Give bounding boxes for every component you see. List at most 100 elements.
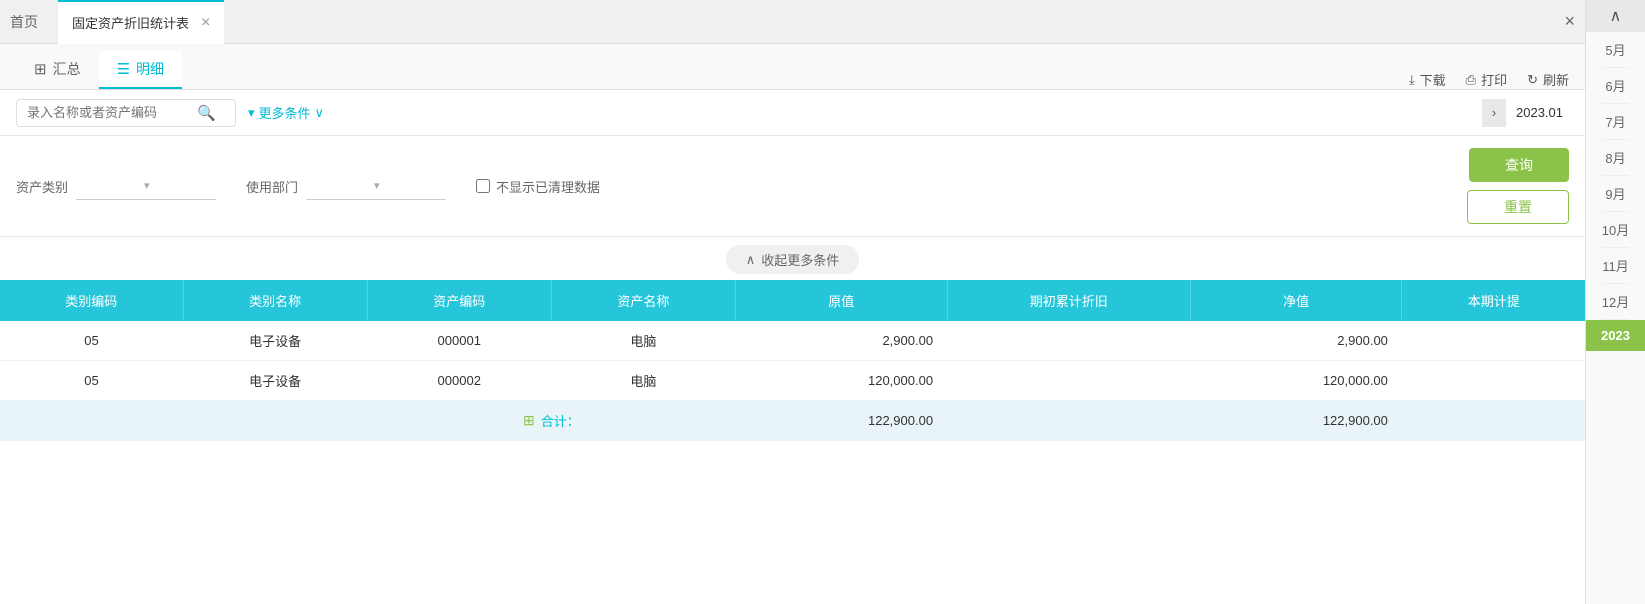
close-tab-button[interactable]: × bbox=[201, 14, 210, 32]
col-header-current-depreciation: 本期计提 bbox=[1402, 280, 1585, 321]
search-icon[interactable]: 🔍 bbox=[197, 104, 216, 122]
home-nav-item[interactable]: 首页 bbox=[10, 12, 38, 32]
sidebar-month-item[interactable]: 7月 bbox=[1602, 104, 1629, 140]
refresh-icon: ↻ bbox=[1527, 72, 1538, 88]
collapse-label: 收起更多条件 bbox=[761, 250, 839, 269]
department-select[interactable]: ▾ bbox=[306, 172, 446, 200]
data-table: 类别编码 类别名称 资产编码 资产名称 原值 期初累计折旧 净值 本期计提 05… bbox=[0, 280, 1585, 441]
cell-accumulated-depreciation bbox=[947, 361, 1190, 401]
search-input[interactable] bbox=[27, 105, 197, 120]
search-input-wrap[interactable]: 🔍 bbox=[16, 99, 236, 127]
download-action[interactable]: ⤓ 下载 bbox=[1409, 70, 1446, 89]
sidebar-month-item[interactable]: 8月 bbox=[1602, 140, 1629, 176]
asset-category-label: 资产类别 bbox=[16, 177, 68, 196]
cell-category-name: 电子设备 bbox=[183, 321, 367, 361]
top-nav-bar: 首页 固定资产折旧统计表 × × bbox=[0, 0, 1585, 44]
total-row: ⊞ 合计： 122,900.00 122,900.00 bbox=[0, 401, 1585, 441]
asset-category-field: 资产类别 ▾ bbox=[16, 172, 216, 200]
cell-asset-name: 电脑 bbox=[551, 321, 735, 361]
sidebar-month-item[interactable]: 12月 bbox=[1602, 284, 1629, 320]
hide-cleared-checkbox[interactable] bbox=[476, 179, 490, 193]
col-header-category-code: 类别编码 bbox=[0, 280, 183, 321]
total-net-value: 122,900.00 bbox=[1190, 401, 1402, 441]
collapse-icon: ∧ bbox=[746, 252, 756, 268]
summary-icon: ⊞ bbox=[34, 60, 47, 78]
print-label: 打印 bbox=[1481, 70, 1507, 89]
tab-summary[interactable]: ⊞ 汇总 bbox=[16, 51, 99, 89]
tab-label: 固定资产折旧统计表 bbox=[72, 13, 189, 32]
cell-current-depreciation bbox=[1402, 361, 1585, 401]
total-text: 合计： bbox=[541, 411, 580, 430]
query-button[interactable]: 查询 bbox=[1469, 148, 1569, 182]
hide-cleared-checkbox-wrap: 不显示已清理数据 bbox=[476, 177, 600, 196]
sidebar-year-badge[interactable]: 2023 bbox=[1586, 320, 1645, 351]
total-current-depreciation bbox=[1402, 401, 1585, 441]
cell-asset-name: 电脑 bbox=[551, 361, 735, 401]
cell-original-value: 120,000.00 bbox=[735, 361, 947, 401]
tab-detail[interactable]: ☰ 明细 bbox=[99, 51, 182, 89]
table-row: 05 电子设备 000002 电脑 120,000.00 120,000.00 bbox=[0, 361, 1585, 401]
cell-category-name: 电子设备 bbox=[183, 361, 367, 401]
cell-accumulated-depreciation bbox=[947, 321, 1190, 361]
col-header-original-value: 原值 bbox=[735, 280, 947, 321]
print-action[interactable]: ⎙ 打印 bbox=[1466, 70, 1507, 89]
date-nav-arrow-button[interactable]: › bbox=[1482, 99, 1506, 127]
close-window-button[interactable]: × bbox=[1564, 11, 1575, 32]
filter-row: 资产类别 ▾ 使用部门 ▾ 不显示已清理数据 查询 重置 bbox=[16, 148, 1569, 224]
chevron-down-icon: ∨ bbox=[315, 105, 325, 121]
asset-category-select[interactable]: ▾ bbox=[76, 172, 216, 200]
sidebar-month-item[interactable]: 6月 bbox=[1602, 68, 1629, 104]
sidebar-month-item[interactable]: 5月 bbox=[1602, 32, 1629, 68]
col-header-accumulated-depreciation: 期初累计折旧 bbox=[947, 280, 1190, 321]
sidebar-nav-up-button[interactable]: ∧ bbox=[1586, 0, 1645, 32]
sidebar-month-item[interactable]: 10月 bbox=[1602, 212, 1629, 248]
cell-category-code: 05 bbox=[0, 321, 183, 361]
right-sidebar: ∧ 5月6月7月8月9月10月11月12月 2023 bbox=[1585, 0, 1645, 604]
table-row: 05 电子设备 000001 电脑 2,900.00 2,900.00 bbox=[0, 321, 1585, 361]
hide-cleared-label: 不显示已清理数据 bbox=[496, 177, 600, 196]
date-nav-value: 2023.01 bbox=[1510, 105, 1569, 120]
cell-net-value: 120,000.00 bbox=[1190, 361, 1402, 401]
col-header-net-value: 净值 bbox=[1190, 280, 1402, 321]
sidebar-month-item[interactable]: 9月 bbox=[1602, 176, 1629, 212]
refresh-label: 刷新 bbox=[1543, 70, 1569, 89]
date-nav: › 2023.01 bbox=[1482, 99, 1569, 127]
collapse-bar: ∧ 收起更多条件 bbox=[0, 237, 1585, 280]
sidebar-month-item[interactable]: 11月 bbox=[1602, 248, 1629, 284]
filter-icon: ▾ bbox=[248, 105, 255, 121]
department-arrow-icon: ▾ bbox=[374, 179, 380, 192]
reset-button[interactable]: 重置 bbox=[1467, 190, 1569, 224]
more-conditions-label: 更多条件 bbox=[259, 103, 311, 122]
filter-buttons: 查询 重置 bbox=[1467, 148, 1569, 224]
search-bar: 🔍 ▾ 更多条件 ∨ › 2023.01 bbox=[0, 90, 1585, 136]
refresh-action[interactable]: ↻ 刷新 bbox=[1527, 70, 1569, 89]
col-header-category-name: 类别名称 bbox=[183, 280, 367, 321]
asset-category-arrow-icon: ▾ bbox=[144, 179, 150, 192]
total-label-main: ⊞ 合计： bbox=[367, 401, 735, 441]
department-field: 使用部门 ▾ bbox=[246, 172, 446, 200]
table-header-row: 类别编码 类别名称 资产编码 资产名称 原值 期初累计折旧 净值 本期计提 bbox=[0, 280, 1585, 321]
active-tab[interactable]: 固定资产折旧统计表 × bbox=[58, 0, 224, 44]
tab-actions: ⤓ 下载 ⎙ 打印 ↻ 刷新 bbox=[1409, 70, 1569, 89]
cell-current-depreciation bbox=[1402, 321, 1585, 361]
collapse-more-conditions-button[interactable]: ∧ 收起更多条件 bbox=[726, 245, 860, 274]
col-header-asset-code: 资产编码 bbox=[367, 280, 551, 321]
more-conditions-button[interactable]: ▾ 更多条件 ∨ bbox=[248, 103, 324, 122]
cell-original-value: 2,900.00 bbox=[735, 321, 947, 361]
department-label: 使用部门 bbox=[246, 177, 298, 196]
total-accumulated-depreciation bbox=[947, 401, 1190, 441]
tab-summary-label: 汇总 bbox=[53, 59, 81, 79]
data-table-wrap: 类别编码 类别名称 资产编码 资产名称 原值 期初累计折旧 净值 本期计提 05… bbox=[0, 280, 1585, 604]
tab-detail-label: 明细 bbox=[136, 59, 164, 79]
cell-asset-code: 000002 bbox=[367, 361, 551, 401]
download-icon: ⤓ bbox=[1409, 72, 1415, 88]
download-label: 下载 bbox=[1420, 70, 1446, 89]
print-icon: ⎙ bbox=[1466, 72, 1476, 88]
total-original-value: 122,900.00 bbox=[735, 401, 947, 441]
total-icon: ⊞ bbox=[523, 412, 535, 429]
col-header-asset-name: 资产名称 bbox=[551, 280, 735, 321]
cell-category-code: 05 bbox=[0, 361, 183, 401]
sub-tabs-bar: ⊞ 汇总 ☰ 明细 ⤓ 下载 ⎙ 打印 ↻ 刷新 bbox=[0, 44, 1585, 90]
cell-net-value: 2,900.00 bbox=[1190, 321, 1402, 361]
filter-panel: 资产类别 ▾ 使用部门 ▾ 不显示已清理数据 查询 重置 bbox=[0, 136, 1585, 237]
